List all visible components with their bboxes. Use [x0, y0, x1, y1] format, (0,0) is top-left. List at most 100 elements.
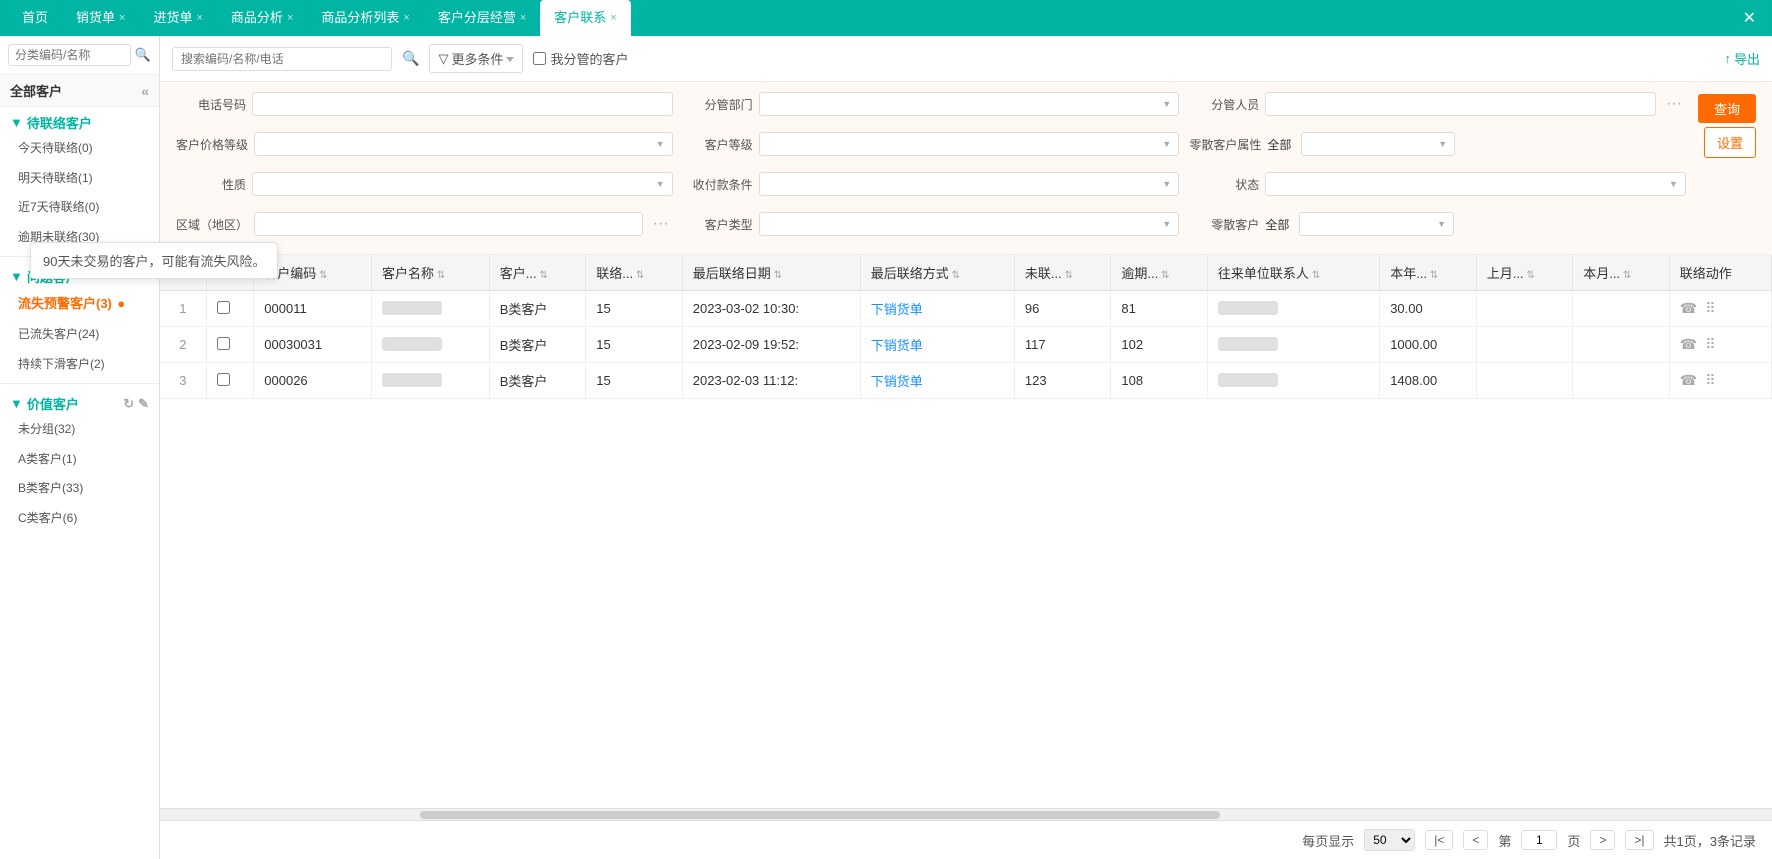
sidebar-item-ungrouped[interactable]: 未分组(32) — [0, 415, 159, 445]
filter-select-customer-type[interactable] — [759, 212, 1180, 236]
sidebar-collapse-button[interactable]: « — [141, 83, 149, 99]
warning-dot: ● — [117, 296, 125, 311]
search-input[interactable] — [172, 47, 392, 71]
filter-select-retail-customer[interactable] — [1299, 212, 1454, 236]
settings-button[interactable]: 设置 — [1704, 127, 1756, 158]
nav-home[interactable]: 首页 — [8, 0, 62, 36]
more-action-icon[interactable]: ⠿ — [1705, 336, 1715, 353]
sidebar-item-churn-warning[interactable]: 流失预警客户(3) ● — [0, 288, 159, 320]
blurred-name — [382, 373, 442, 387]
row-checkbox[interactable] — [217, 373, 230, 386]
nav-tab-customer-contact[interactable]: 客户联系 × — [540, 0, 630, 36]
filter-label-dept: 分管部门 — [683, 96, 753, 113]
cell-last-month — [1476, 291, 1573, 327]
filter-select-price-level[interactable] — [254, 132, 673, 156]
sidebar-item-today-contact[interactable]: 今天待联络(0) — [0, 134, 159, 164]
contact-icon[interactable]: ☎ — [1680, 336, 1697, 353]
th-contact-count[interactable]: 联络... — [586, 255, 683, 291]
sidebar-root-header: 全部客户 « — [0, 75, 159, 107]
nav-tab-analysis-list[interactable]: 商品分析列表 × — [307, 0, 423, 36]
my-customers-checkbox[interactable] — [533, 52, 546, 65]
sidebar-item-churned[interactable]: 已流失客户(24) — [0, 320, 159, 350]
sidebar-search-icon[interactable]: 🔍 — [135, 47, 151, 63]
more-action-icon[interactable]: ⠿ — [1705, 372, 1715, 389]
row-checkbox[interactable] — [217, 301, 230, 314]
filter-select-retail-attr[interactable] — [1301, 132, 1455, 156]
nav-tab-analysis[interactable]: 商品分析 × — [217, 0, 307, 36]
th-last-month[interactable]: 上月... — [1476, 255, 1573, 291]
edit-icon[interactable]: ✎ — [138, 396, 149, 412]
th-overdue[interactable]: 逾期... — [1111, 255, 1208, 291]
nav-tab-sales[interactable]: 销货单 × — [62, 0, 139, 36]
cell-type: B类客户 — [489, 327, 586, 363]
th-type[interactable]: 客户... — [489, 255, 586, 291]
manager-more-icon[interactable]: ··· — [1662, 95, 1686, 113]
export-button[interactable]: ↑ 导出 — [1724, 49, 1760, 68]
close-icon[interactable]: × — [196, 0, 202, 36]
close-icon[interactable]: × — [287, 0, 293, 36]
sidebar-item-week-contact[interactable]: 近7天待联络(0) — [0, 193, 159, 223]
prev-page-button[interactable]: < — [1463, 830, 1488, 850]
query-button[interactable]: 查询 — [1698, 94, 1756, 123]
sidebar-item-tomorrow-contact[interactable]: 明天待联络(1) — [0, 164, 159, 194]
filter-panel: 电话号码 分管部门 分管人员 ··· — [160, 82, 1772, 255]
th-this-year[interactable]: 本年... — [1380, 255, 1477, 291]
filter-select-customer-level[interactable] — [759, 132, 1180, 156]
sidebar-item-b-class[interactable]: B类客户(33) — [0, 474, 159, 504]
contact-icon[interactable]: ☎ — [1680, 372, 1697, 389]
close-icon[interactable]: × — [520, 0, 526, 36]
sidebar-item-declining[interactable]: 持续下滑客户(2) — [0, 350, 159, 380]
close-icon[interactable]: × — [119, 0, 125, 36]
th-name[interactable]: 客户名称 — [372, 255, 490, 291]
th-contact-person[interactable]: 往来单位联系人 — [1207, 255, 1379, 291]
next-page-button[interactable]: > — [1590, 830, 1615, 850]
blurred-contact — [1218, 337, 1278, 351]
cell-contact-count: 15 — [586, 291, 683, 327]
window-close-button[interactable]: ✕ — [1735, 8, 1764, 28]
refresh-icon[interactable]: ↻ — [123, 396, 134, 412]
filter-input-region[interactable] — [254, 212, 643, 236]
cell-last-date: 2023-02-03 11:12: — [682, 363, 860, 399]
sidebar-group-value[interactable]: ▼ 价值客户 ↻ ✎ — [0, 388, 159, 415]
th-last-method[interactable]: 最后联络方式 — [860, 255, 1014, 291]
filter-select-payment[interactable] — [759, 172, 1180, 196]
sidebar-group-pending[interactable]: ▼ 待联络客户 — [0, 107, 159, 134]
last-method-link[interactable]: 下销货单 — [871, 338, 923, 353]
first-page-button[interactable]: |< — [1425, 830, 1453, 850]
filter-field-region: 区域（地区） ··· — [176, 212, 673, 236]
sidebar-search-input[interactable] — [8, 44, 131, 66]
sidebar-item-a-class[interactable]: A类客户(1) — [0, 445, 159, 475]
last-method-link[interactable]: 下销货单 — [871, 374, 923, 389]
cell-overdue: 102 — [1111, 327, 1208, 363]
horizontal-scrollbar[interactable] — [160, 808, 1772, 820]
cell-contact-person — [1207, 363, 1379, 399]
row-checkbox[interactable] — [217, 337, 230, 350]
filter-select-nature[interactable] — [252, 172, 673, 196]
th-this-month[interactable]: 本月... — [1573, 255, 1670, 291]
sidebar-item-c-class[interactable]: C类客户(6) — [0, 504, 159, 534]
th-last-date[interactable]: 最后联络日期 — [682, 255, 860, 291]
my-customers-checkbox-label[interactable]: 我分管的客户 — [533, 49, 628, 68]
nav-tab-purchase[interactable]: 进货单 × — [139, 0, 216, 36]
close-icon[interactable]: × — [610, 0, 616, 36]
filter-select-status[interactable] — [1265, 172, 1686, 196]
cell-type: B类客户 — [489, 291, 586, 327]
filter-input-manager[interactable] — [1265, 92, 1656, 116]
close-icon[interactable]: × — [403, 0, 409, 36]
last-method-link[interactable]: 下销货单 — [871, 302, 923, 317]
page-number-input[interactable] — [1521, 830, 1557, 850]
region-more-icon[interactable]: ··· — [649, 215, 673, 233]
filter-field-phone: 电话号码 — [176, 92, 673, 116]
nav-tab-customer-tier[interactable]: 客户分层经营 × — [424, 0, 540, 36]
more-action-icon[interactable]: ⠿ — [1705, 300, 1715, 317]
contact-icon[interactable]: ☎ — [1680, 300, 1697, 317]
page-size-select[interactable]: 50 100 200 — [1364, 829, 1415, 851]
filter-select-dept[interactable] — [759, 92, 1180, 116]
scrollbar-thumb[interactable] — [420, 811, 1220, 819]
filter-input-phone[interactable] — [252, 92, 673, 116]
filter-field-status: 状态 — [1189, 172, 1686, 196]
last-page-button[interactable]: >| — [1625, 830, 1653, 850]
more-conditions-button[interactable]: ▽ 更多条件 — [429, 44, 523, 73]
search-icon[interactable]: 🔍 — [402, 50, 419, 67]
th-uncontacted[interactable]: 未联... — [1014, 255, 1111, 291]
